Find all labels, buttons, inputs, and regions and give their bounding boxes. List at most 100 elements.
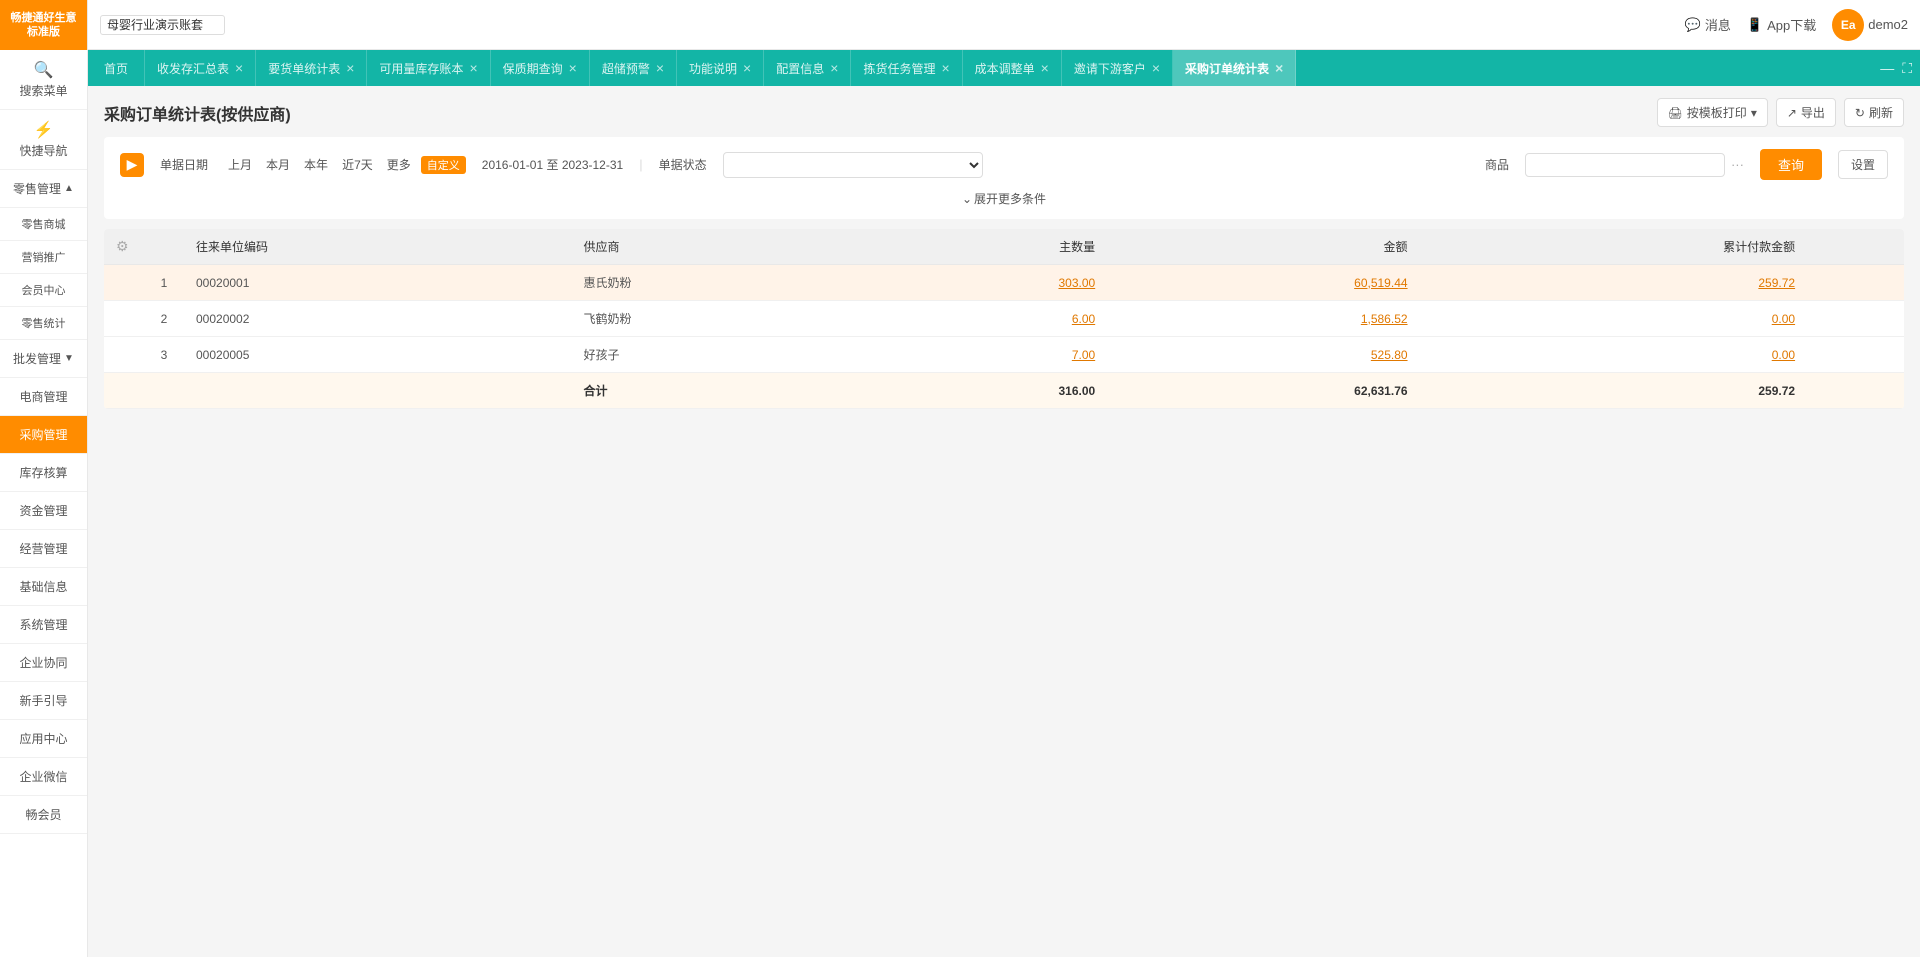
refresh-button[interactable]: ↻ 刷新: [1844, 98, 1904, 127]
sidebar-item-operations[interactable]: 经营管理: [0, 530, 87, 568]
message-button[interactable]: 💬 消息: [1685, 15, 1731, 34]
amount-link[interactable]: 60,519.44: [1354, 276, 1407, 290]
table-head: ⚙ 往来单位编码 供应商 主数量 金额 累计付款金额: [104, 229, 1904, 265]
sidebar-item-system[interactable]: 系统管理: [0, 606, 87, 644]
app-download-button[interactable]: 📱 App下载: [1747, 15, 1816, 34]
sidebar-item-wechat[interactable]: 企业微信: [0, 758, 87, 796]
date-btn-this-year[interactable]: 本年: [300, 154, 332, 175]
collapse-filter-btn[interactable]: ▶: [120, 153, 144, 177]
row-qty-cell: 303.00: [862, 265, 1107, 301]
page-title: 采购订单统计表(按供应商): [104, 101, 291, 125]
date-btn-last-month[interactable]: 上月: [224, 154, 256, 175]
paid-link[interactable]: 0.00: [1772, 348, 1795, 362]
close-icon[interactable]: ×: [743, 60, 751, 76]
qty-link[interactable]: 303.00: [1058, 276, 1095, 290]
col-index-header: [144, 229, 184, 265]
paid-link[interactable]: 259.72: [1758, 276, 1795, 290]
row-paid-cell: 259.72: [1420, 265, 1808, 301]
date-btn-more[interactable]: 更多: [383, 154, 415, 175]
amount-link[interactable]: 1,586.52: [1361, 312, 1408, 326]
date-btn-this-month[interactable]: 本月: [262, 154, 294, 175]
user-profile[interactable]: Ea demo2: [1832, 9, 1908, 41]
tab-shoufa[interactable]: 收发存汇总表 ×: [145, 50, 256, 86]
sidebar-item-retail-mall[interactable]: 零售商城: [0, 208, 87, 241]
row-index-cell: 1: [144, 265, 184, 301]
tab-chaochuyujing[interactable]: 超储预警 ×: [590, 50, 677, 86]
sidebar-item-finance[interactable]: 资金管理: [0, 492, 87, 530]
close-icon[interactable]: ×: [1275, 60, 1283, 76]
maximize-icon[interactable]: ⛶: [1902, 60, 1912, 77]
close-icon[interactable]: ×: [1041, 60, 1049, 76]
date-btn-7days[interactable]: 近7天: [338, 154, 377, 175]
tab-caigou[interactable]: 采购订单统计表 ×: [1173, 50, 1296, 86]
row-code-cell: 00020005: [184, 337, 572, 373]
tab-label: 收发存汇总表: [157, 60, 229, 77]
tab-yaoqing[interactable]: 邀请下游客户 ×: [1062, 50, 1173, 86]
close-icon[interactable]: ×: [656, 60, 664, 76]
sidebar-item-vip[interactable]: 畅会员: [0, 796, 87, 834]
sidebar-item-ecommerce[interactable]: 电商管理: [0, 378, 87, 416]
close-icon[interactable]: ×: [941, 60, 949, 76]
sidebar-item-members[interactable]: 会员中心: [0, 274, 87, 307]
settings-column-icon[interactable]: ⚙: [116, 238, 129, 254]
tabbar-end: — ⛶: [1872, 50, 1920, 86]
close-icon[interactable]: ×: [569, 60, 577, 76]
footer-empty3: [184, 373, 572, 409]
sidebar-item-search[interactable]: 🔍 搜索菜单: [0, 50, 87, 110]
close-icon[interactable]: ×: [346, 60, 354, 76]
chevron-down-icon: ⌄: [962, 192, 972, 206]
row-settings-cell: [104, 337, 144, 373]
tab-label: 拣货任务管理: [863, 60, 935, 77]
tab-gongneng[interactable]: 功能说明 ×: [677, 50, 764, 86]
settings-button[interactable]: 设置: [1838, 150, 1888, 179]
expand-more-button[interactable]: ⌄ 展开更多条件: [962, 190, 1046, 207]
table-row: 3 00020005 好孩子 7.00 525.80 0.00: [104, 337, 1904, 373]
sidebar-item-purchase[interactable]: 采购管理: [0, 416, 87, 454]
sidebar-item-appcenter[interactable]: 应用中心: [0, 720, 87, 758]
goods-search-input[interactable]: [1525, 153, 1725, 177]
paid-link[interactable]: 0.00: [1772, 312, 1795, 326]
close-icon[interactable]: ×: [469, 60, 477, 76]
qty-link[interactable]: 6.00: [1072, 312, 1095, 326]
table-header-row: ⚙ 往来单位编码 供应商 主数量 金额 累计付款金额: [104, 229, 1904, 265]
tab-chengben[interactable]: 成本调整单 ×: [963, 50, 1062, 86]
export-button[interactable]: ↗ 导出: [1776, 98, 1836, 127]
sidebar-item-label: 采购管理: [19, 426, 67, 443]
query-button[interactable]: 查询: [1760, 149, 1822, 180]
sidebar-item-enterprise[interactable]: 企业协同: [0, 644, 87, 682]
tab-label: 功能说明: [689, 60, 737, 77]
status-select[interactable]: [723, 152, 983, 178]
tab-baozhiqi[interactable]: 保质期查询 ×: [491, 50, 590, 86]
sidebar-item-retail[interactable]: 零售管理 ▲: [0, 170, 87, 208]
tabbar: 首页 收发存汇总表 × 要货单统计表 × 可用量库存账本 × 保质期查询 × 超…: [88, 50, 1920, 86]
tab-peizhi[interactable]: 配置信息 ×: [764, 50, 851, 86]
footer-amount: 62,631.76: [1107, 373, 1419, 409]
tab-home[interactable]: 首页: [88, 50, 145, 86]
row-paid-cell: 0.00: [1420, 301, 1808, 337]
qty-link[interactable]: 7.00: [1072, 348, 1095, 362]
sidebar-item-retail-stat[interactable]: 零售统计: [0, 307, 87, 340]
close-icon[interactable]: ×: [830, 60, 838, 76]
ellipsis-icon[interactable]: ···: [1731, 157, 1744, 172]
account-selector[interactable]: 母婴行业演示账套: [100, 15, 225, 35]
print-button[interactable]: 🖨 按模板打印 ▾: [1657, 98, 1768, 127]
row-extra-cell: [1807, 337, 1904, 373]
row-extra-cell: [1807, 265, 1904, 301]
amount-link[interactable]: 525.80: [1371, 348, 1408, 362]
tab-peihuorenwu[interactable]: 拣货任务管理 ×: [851, 50, 962, 86]
footer-label: 合计: [572, 373, 863, 409]
tab-kuyun[interactable]: 可用量库存账本 ×: [367, 50, 490, 86]
tab-label: 保质期查询: [503, 60, 563, 77]
close-icon[interactable]: ×: [1152, 60, 1160, 76]
sidebar-item-inventory[interactable]: 库存核算: [0, 454, 87, 492]
sidebar-item-newguide[interactable]: 新手引导: [0, 682, 87, 720]
sidebar-item-quicknav[interactable]: ⚡ 快捷导航: [0, 110, 87, 170]
status-select-wrap: [723, 152, 1469, 178]
sidebar-item-marketing[interactable]: 营销推广: [0, 241, 87, 274]
message-icon: 💬: [1685, 17, 1701, 33]
sidebar-item-wholesale[interactable]: 批发管理 ▼: [0, 340, 87, 378]
sidebar-item-base[interactable]: 基础信息: [0, 568, 87, 606]
minimize-icon[interactable]: —: [1880, 60, 1894, 76]
close-icon[interactable]: ×: [235, 60, 243, 76]
tab-yaohuo[interactable]: 要货单统计表 ×: [256, 50, 367, 86]
